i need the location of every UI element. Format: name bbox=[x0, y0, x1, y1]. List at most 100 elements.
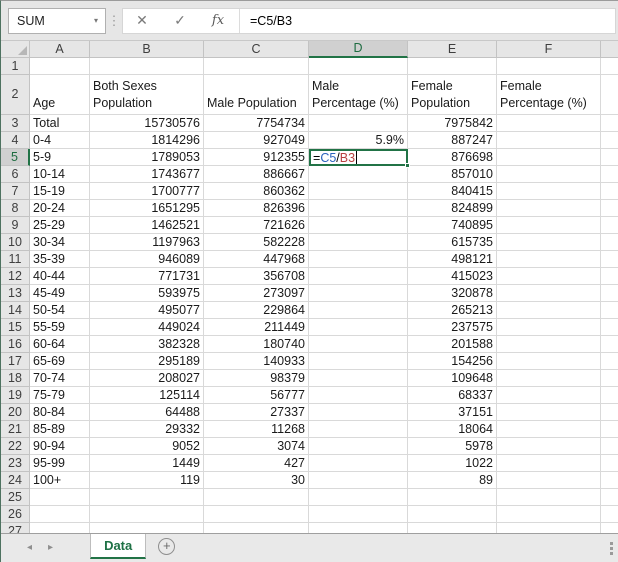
cell-F16[interactable] bbox=[497, 336, 601, 353]
cell-C19[interactable]: 56777 bbox=[204, 387, 309, 404]
column-header-E[interactable]: E bbox=[408, 41, 497, 58]
cell-partial-1[interactable] bbox=[601, 58, 618, 75]
row-header-22[interactable]: 22 bbox=[1, 438, 30, 455]
cell-C2[interactable]: Male Population bbox=[204, 75, 309, 115]
cell-E5[interactable]: 876698 bbox=[408, 149, 497, 166]
cell-E8[interactable]: 824899 bbox=[408, 200, 497, 217]
cell-partial-2[interactable] bbox=[601, 75, 618, 115]
cell-B24[interactable]: 119 bbox=[90, 472, 204, 489]
cell-C10[interactable]: 582228 bbox=[204, 234, 309, 251]
row-header-17[interactable]: 17 bbox=[1, 353, 30, 370]
row-header-12[interactable]: 12 bbox=[1, 268, 30, 285]
cell-D23[interactable] bbox=[309, 455, 408, 472]
cell-E7[interactable]: 840415 bbox=[408, 183, 497, 200]
cell-partial-20[interactable] bbox=[601, 404, 618, 421]
cell-E9[interactable]: 740895 bbox=[408, 217, 497, 234]
cell-partial-9[interactable] bbox=[601, 217, 618, 234]
cell-A19[interactable]: 75-79 bbox=[30, 387, 90, 404]
cell-partial-15[interactable] bbox=[601, 319, 618, 336]
cell-C4[interactable]: 927049 bbox=[204, 132, 309, 149]
cell-A26[interactable] bbox=[30, 506, 90, 523]
scrollbar-grip[interactable] bbox=[610, 542, 613, 555]
name-box-dropdown-icon[interactable]: ▾ bbox=[87, 16, 105, 25]
cell-E26[interactable] bbox=[408, 506, 497, 523]
cell-D1[interactable] bbox=[309, 58, 408, 75]
cell-partial-7[interactable] bbox=[601, 183, 618, 200]
cell-A21[interactable]: 85-89 bbox=[30, 421, 90, 438]
cell-C14[interactable]: 229864 bbox=[204, 302, 309, 319]
column-header-partial[interactable] bbox=[601, 41, 618, 58]
cell-A3[interactable]: Total bbox=[30, 115, 90, 132]
row-header-4[interactable]: 4 bbox=[1, 132, 30, 149]
cell-partial-18[interactable] bbox=[601, 370, 618, 387]
cell-A16[interactable]: 60-64 bbox=[30, 336, 90, 353]
cell-A10[interactable]: 30-34 bbox=[30, 234, 90, 251]
row-header-9[interactable]: 9 bbox=[1, 217, 30, 234]
cell-E13[interactable]: 320878 bbox=[408, 285, 497, 302]
column-header-C[interactable]: C bbox=[204, 41, 309, 58]
formula-input[interactable]: =C5/B3 bbox=[242, 14, 615, 28]
cell-F2[interactable]: Female Percentage (%) bbox=[497, 75, 601, 115]
cell-E2[interactable]: Female Population bbox=[408, 75, 497, 115]
cell-B5[interactable]: 1789053 bbox=[90, 149, 204, 166]
sheet-nav-right-icon[interactable]: ▸ bbox=[48, 542, 53, 553]
cell-B4[interactable]: 1814296 bbox=[90, 132, 204, 149]
cell-C12[interactable]: 356708 bbox=[204, 268, 309, 285]
row-header-7[interactable]: 7 bbox=[1, 183, 30, 200]
row-header-3[interactable]: 3 bbox=[1, 115, 30, 132]
cell-A20[interactable]: 80-84 bbox=[30, 404, 90, 421]
cell-B6[interactable]: 1743677 bbox=[90, 166, 204, 183]
cell-A5[interactable]: 5-9 bbox=[30, 149, 90, 166]
cell-E20[interactable]: 37151 bbox=[408, 404, 497, 421]
cell-D16[interactable] bbox=[309, 336, 408, 353]
cell-partial-14[interactable] bbox=[601, 302, 618, 319]
cell-C15[interactable]: 211449 bbox=[204, 319, 309, 336]
cell-E16[interactable]: 201588 bbox=[408, 336, 497, 353]
cell-A14[interactable]: 50-54 bbox=[30, 302, 90, 319]
cell-D15[interactable] bbox=[309, 319, 408, 336]
cell-D4[interactable]: 5.9% bbox=[309, 132, 408, 149]
cell-C20[interactable]: 27337 bbox=[204, 404, 309, 421]
cell-D5[interactable]: = C5/B3 bbox=[309, 149, 410, 168]
cell-B7[interactable]: 1700777 bbox=[90, 183, 204, 200]
cell-B25[interactable] bbox=[90, 489, 204, 506]
row-header-11[interactable]: 11 bbox=[1, 251, 30, 268]
column-header-F[interactable]: F bbox=[497, 41, 601, 58]
cell-B20[interactable]: 64488 bbox=[90, 404, 204, 421]
row-header-16[interactable]: 16 bbox=[1, 336, 30, 353]
row-header-8[interactable]: 8 bbox=[1, 200, 30, 217]
cell-F10[interactable] bbox=[497, 234, 601, 251]
cell-B18[interactable]: 208027 bbox=[90, 370, 204, 387]
cell-C23[interactable]: 427 bbox=[204, 455, 309, 472]
row-header-15[interactable]: 15 bbox=[1, 319, 30, 336]
cell-A25[interactable] bbox=[30, 489, 90, 506]
cell-partial-10[interactable] bbox=[601, 234, 618, 251]
cell-B16[interactable]: 382328 bbox=[90, 336, 204, 353]
cell-C26[interactable] bbox=[204, 506, 309, 523]
cell-F4[interactable] bbox=[497, 132, 601, 149]
cell-E3[interactable]: 7975842 bbox=[408, 115, 497, 132]
column-header-B[interactable]: B bbox=[90, 41, 204, 58]
cell-D24[interactable] bbox=[309, 472, 408, 489]
row-header-10[interactable]: 10 bbox=[1, 234, 30, 251]
cell-D13[interactable] bbox=[309, 285, 408, 302]
cell-partial-5[interactable] bbox=[601, 149, 618, 166]
cell-D12[interactable] bbox=[309, 268, 408, 285]
row-header-13[interactable]: 13 bbox=[1, 285, 30, 302]
cell-E19[interactable]: 68337 bbox=[408, 387, 497, 404]
cell-D22[interactable] bbox=[309, 438, 408, 455]
cell-partial-19[interactable] bbox=[601, 387, 618, 404]
column-header-D[interactable]: D bbox=[309, 41, 408, 58]
cell-D14[interactable] bbox=[309, 302, 408, 319]
cell-C5[interactable]: 912355 bbox=[204, 149, 309, 166]
cell-F23[interactable] bbox=[497, 455, 601, 472]
sheet-tab-data[interactable]: Data bbox=[90, 534, 147, 559]
sheet-nav-left-icon[interactable]: ◂ bbox=[27, 542, 32, 553]
cell-E15[interactable]: 237575 bbox=[408, 319, 497, 336]
cell-D21[interactable] bbox=[309, 421, 408, 438]
column-header-A[interactable]: A bbox=[30, 41, 90, 58]
cell-F3[interactable] bbox=[497, 115, 601, 132]
cell-B14[interactable]: 495077 bbox=[90, 302, 204, 319]
cell-D3[interactable] bbox=[309, 115, 408, 132]
cell-A15[interactable]: 55-59 bbox=[30, 319, 90, 336]
